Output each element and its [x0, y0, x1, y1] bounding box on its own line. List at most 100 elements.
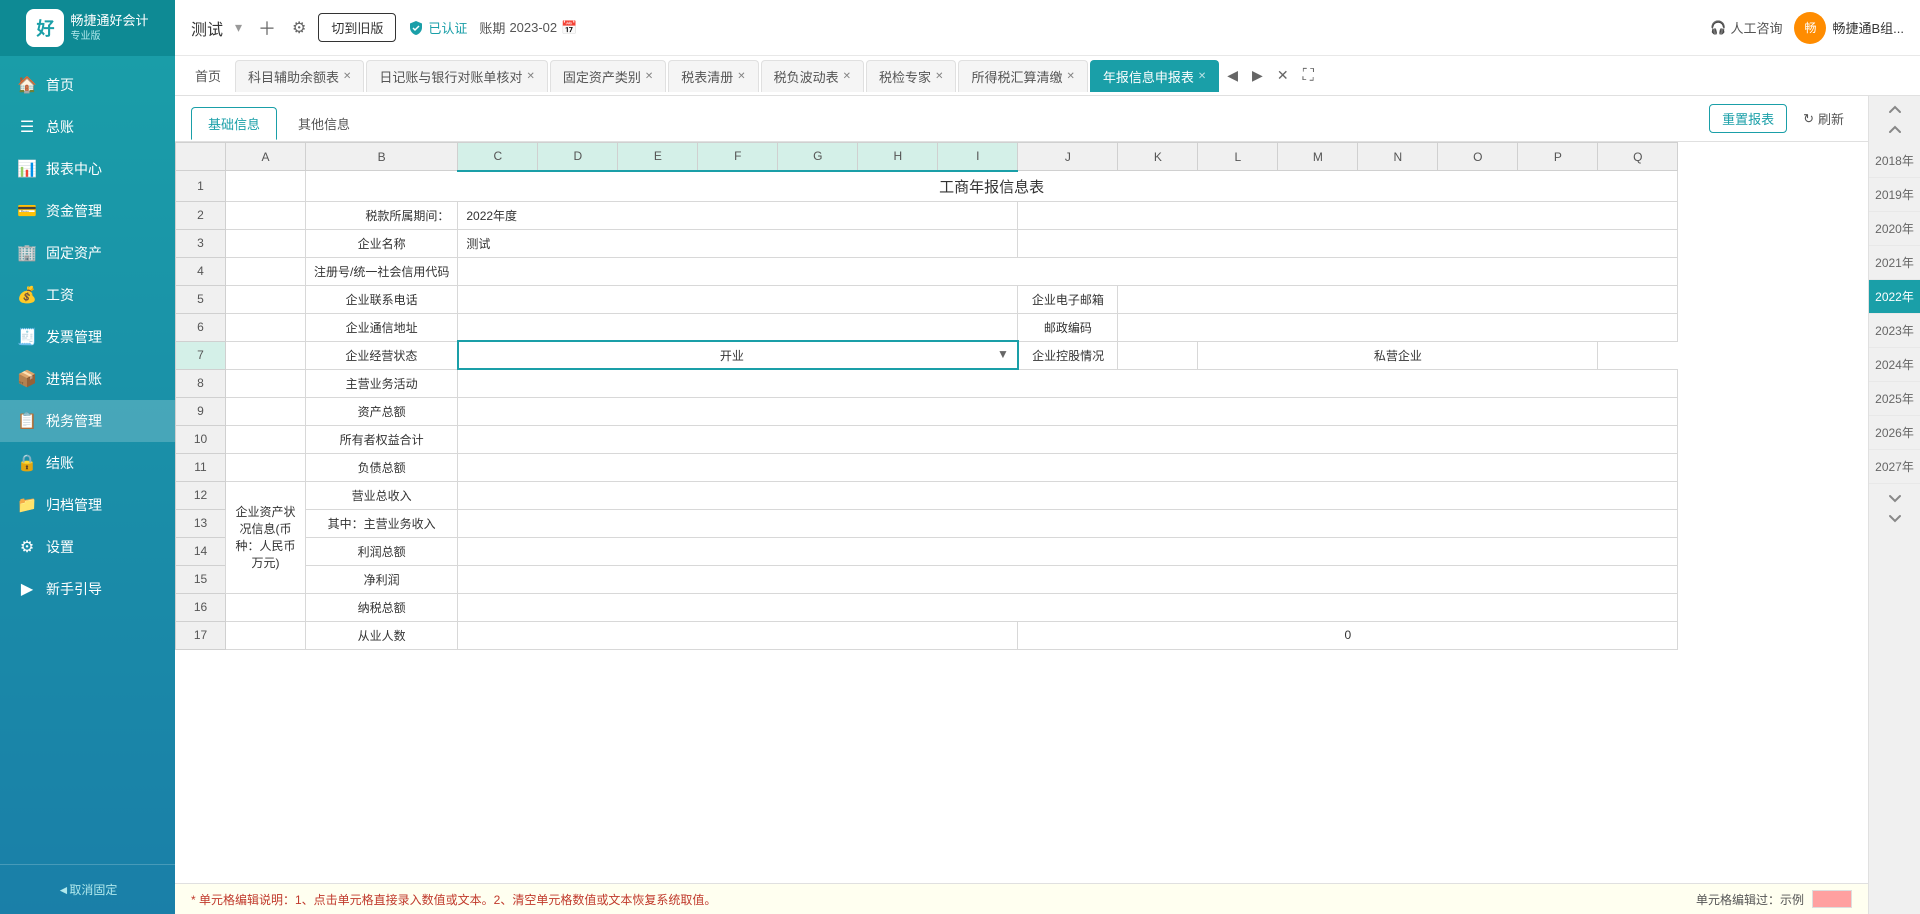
- year-item-2020[interactable]: 2020年: [1869, 212, 1920, 246]
- pin-sidebar-button[interactable]: ◄取消固定: [0, 873, 175, 906]
- cell-5-B[interactable]: 企业联系电话: [306, 285, 458, 313]
- cell-8-C[interactable]: [458, 369, 1678, 397]
- col-header-H[interactable]: H: [858, 143, 938, 171]
- row-header-7[interactable]: 7: [176, 341, 226, 369]
- col-header-G[interactable]: G: [778, 143, 858, 171]
- sidebar-item-guide[interactable]: ▶ 新手引导: [0, 568, 175, 610]
- cell-9-C[interactable]: [458, 397, 1678, 425]
- tab-fixed-cat[interactable]: 固定资产类别 ✕: [550, 60, 666, 92]
- sidebar-item-fixed[interactable]: 🏢 固定资产: [0, 232, 175, 274]
- user-area[interactable]: 畅 畅捷通B组...: [1794, 12, 1904, 44]
- sidebar-item-invoice[interactable]: 🧾 发票管理: [0, 316, 175, 358]
- tab-annual[interactable]: 年报信息申报表 ✕: [1090, 60, 1219, 92]
- reset-button[interactable]: 重置报表: [1709, 104, 1787, 133]
- refresh-button[interactable]: ↻ 刷新: [1795, 104, 1852, 133]
- consult-button[interactable]: 🎧 人工咨询: [1710, 18, 1782, 37]
- row-header-12[interactable]: 12: [176, 481, 226, 509]
- cell-4-A[interactable]: [226, 257, 306, 285]
- cell-17-A[interactable]: [226, 621, 306, 649]
- year-item-2019[interactable]: 2019年: [1869, 178, 1920, 212]
- col-header-Q[interactable]: Q: [1598, 143, 1678, 171]
- col-header-E[interactable]: E: [618, 143, 698, 171]
- col-header-L[interactable]: L: [1198, 143, 1278, 171]
- year-item-2027[interactable]: 2027年: [1869, 450, 1920, 484]
- year-up-button[interactable]: [1877, 120, 1913, 140]
- cell-16-C[interactable]: [458, 593, 1678, 621]
- cell-1-title[interactable]: 工商年报信息表: [306, 171, 1678, 202]
- row-header-10[interactable]: 10: [176, 425, 226, 453]
- tab-close-icon[interactable]: ✕: [343, 71, 351, 82]
- cell-14-B[interactable]: 利润总额: [306, 537, 458, 565]
- year-item-2026[interactable]: 2026年: [1869, 416, 1920, 450]
- cell-3-B[interactable]: 企业名称: [306, 229, 458, 257]
- row-header-4[interactable]: 4: [176, 257, 226, 285]
- col-header-I[interactable]: I: [938, 143, 1018, 171]
- settings-icon[interactable]: ⚙: [292, 18, 306, 38]
- row-header-13[interactable]: 13: [176, 509, 226, 537]
- sidebar-item-home[interactable]: 🏠 首页: [0, 64, 175, 106]
- cell-9-A[interactable]: [226, 397, 306, 425]
- cell-3-C[interactable]: 测试: [458, 229, 1018, 257]
- year-scroll-down-button[interactable]: [1877, 508, 1913, 528]
- cell-7-B[interactable]: 企业经营状态: [306, 341, 458, 369]
- cell-6-K[interactable]: [1118, 313, 1678, 341]
- sidebar-item-close[interactable]: 🔒 结账: [0, 442, 175, 484]
- tab-tax-expert[interactable]: 税检专家 ✕: [866, 60, 956, 92]
- cell-2-B[interactable]: 税款所属期间：: [306, 201, 458, 229]
- row-header-17[interactable]: 17: [176, 621, 226, 649]
- cell-4-C[interactable]: [458, 257, 1678, 285]
- tab-close-icon[interactable]: ✕: [645, 71, 653, 82]
- tab-journal[interactable]: 日记账与银行对账单核对 ✕: [366, 60, 547, 92]
- cell-11-C[interactable]: [458, 453, 1678, 481]
- cell-5-K[interactable]: [1118, 285, 1678, 313]
- cell-9-B[interactable]: 资产总额: [306, 397, 458, 425]
- cell-1-A[interactable]: [226, 171, 306, 202]
- cell-16-A[interactable]: [226, 593, 306, 621]
- col-header-F[interactable]: F: [698, 143, 778, 171]
- sidebar-item-archive[interactable]: 📁 归档管理: [0, 484, 175, 526]
- year-item-2018[interactable]: 2018年: [1869, 144, 1920, 178]
- tab-home[interactable]: 首页: [183, 62, 233, 89]
- cell-12-C[interactable]: [458, 481, 1678, 509]
- cell-15-B[interactable]: 净利润: [306, 565, 458, 593]
- cell-2-A[interactable]: [226, 201, 306, 229]
- col-header-B[interactable]: B: [306, 143, 458, 171]
- col-header-N[interactable]: N: [1358, 143, 1438, 171]
- row-header-2[interactable]: 2: [176, 201, 226, 229]
- tab-tax-list[interactable]: 税表清册 ✕: [668, 60, 758, 92]
- tab-next-button[interactable]: ▶: [1246, 63, 1269, 88]
- calendar-icon[interactable]: 📅: [561, 20, 577, 36]
- year-item-2025[interactable]: 2025年: [1869, 382, 1920, 416]
- col-header-K[interactable]: K: [1118, 143, 1198, 171]
- cell-5-J[interactable]: 企业电子邮箱: [1018, 285, 1118, 313]
- tab-close-icon[interactable]: ✕: [1198, 71, 1206, 82]
- cell-12-A[interactable]: 企业资产状况信息(币种：人民币万元): [226, 481, 306, 593]
- sub-tab-other[interactable]: 其他信息: [281, 107, 367, 139]
- switch-version-button[interactable]: 切到旧版: [318, 13, 396, 42]
- tab-close-icon[interactable]: ✕: [526, 71, 534, 82]
- row-header-8[interactable]: 8: [176, 369, 226, 397]
- cell-13-C[interactable]: [458, 509, 1678, 537]
- year-item-2024[interactable]: 2024年: [1869, 348, 1920, 382]
- cell-7-A[interactable]: [226, 341, 306, 369]
- row-header-15[interactable]: 15: [176, 565, 226, 593]
- cell-7-J[interactable]: 企业控股情况: [1018, 341, 1118, 369]
- cell-5-C[interactable]: [458, 285, 1018, 313]
- cell-17-C[interactable]: [458, 621, 1018, 649]
- cell-17-B[interactable]: 从业人数: [306, 621, 458, 649]
- col-header-O[interactable]: O: [1438, 143, 1518, 171]
- cell-6-A[interactable]: [226, 313, 306, 341]
- col-header-C[interactable]: C: [458, 143, 538, 171]
- year-down-button[interactable]: [1877, 488, 1913, 508]
- cell-12-B[interactable]: 营业总收入: [306, 481, 458, 509]
- spreadsheet-wrapper[interactable]: A B C D E F G H I J K L M: [175, 142, 1868, 883]
- row-header-11[interactable]: 11: [176, 453, 226, 481]
- row-header-1[interactable]: 1: [176, 171, 226, 202]
- cell-16-B[interactable]: 纳税总额: [306, 593, 458, 621]
- col-header-D[interactable]: D: [538, 143, 618, 171]
- tab-tax-calc[interactable]: 所得税汇算清缴 ✕: [958, 60, 1087, 92]
- col-header-M[interactable]: M: [1278, 143, 1358, 171]
- tab-expand-button[interactable]: ⛶: [1297, 63, 1320, 89]
- cell-6-B[interactable]: 企业通信地址: [306, 313, 458, 341]
- cell-8-A[interactable]: [226, 369, 306, 397]
